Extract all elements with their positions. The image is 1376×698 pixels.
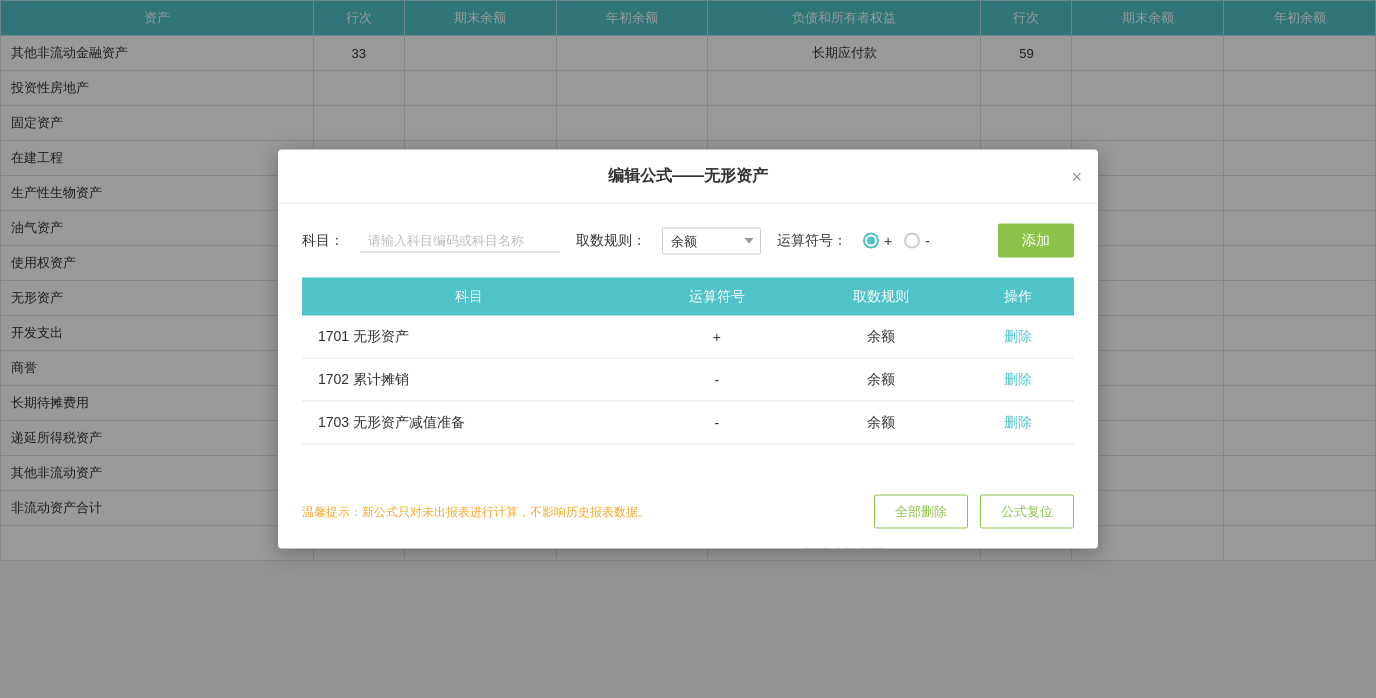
formula-subject-2: 1703 无形资产减值准备 (302, 401, 635, 444)
add-button[interactable]: 添加 (998, 224, 1074, 258)
formula-operator-2: - (635, 401, 799, 444)
operator-minus-radio[interactable]: - (904, 233, 930, 249)
formula-action-1: 删除 (962, 358, 1074, 401)
operator-plus-label: + (884, 233, 892, 249)
table-header-row: 科目 运算符号 取数规则 操作 (302, 278, 1074, 316)
radio-minus-circle (904, 233, 920, 249)
modal-close-button[interactable]: × (1071, 167, 1082, 185)
formula-table: 科目 运算符号 取数规则 操作 1701 无形资产+余额删除1702 累计摊销-… (302, 278, 1074, 445)
rule-select[interactable]: 余额 借方 贷方 借方发生额 贷方发生额 (662, 227, 761, 254)
delete-all-button[interactable]: 全部删除 (874, 495, 968, 529)
modal-footer: 温馨提示：新公式只对未出报表进行计算，不影响历史报表数据。 全部删除 公式复位 (278, 485, 1098, 549)
formula-table-row: 1701 无形资产+余额 删除 (302, 316, 1074, 359)
formula-table-row: 1702 累计摊销-余额 删除 (302, 358, 1074, 401)
formula-operator-0: + (635, 316, 799, 359)
radio-plus-circle (863, 233, 879, 249)
formula-action-0: 删除 (962, 316, 1074, 359)
reset-formula-button[interactable]: 公式复位 (980, 495, 1074, 529)
formula-subject-0: 1701 无形资产 (302, 316, 635, 359)
formula-subject-1: 1702 累计摊销 (302, 358, 635, 401)
delete-row-0-button[interactable]: 删除 (1004, 328, 1032, 344)
th-action: 操作 (962, 278, 1074, 316)
modal-header: 编辑公式——无形资产 × (278, 150, 1098, 204)
rule-label: 取数规则： (576, 232, 646, 250)
th-subject: 科目 (302, 278, 635, 316)
subject-input[interactable] (360, 229, 560, 253)
delete-row-1-button[interactable]: 删除 (1004, 371, 1032, 387)
operator-plus-radio[interactable]: + (863, 233, 892, 249)
modal-body: 科目： 取数规则： 余额 借方 贷方 借方发生额 贷方发生额 运算符号： + (278, 204, 1098, 485)
th-operator: 运算符号 (635, 278, 799, 316)
footer-tip: 温馨提示：新公式只对未出报表进行计算，不影响历史报表数据。 (302, 503, 650, 520)
edit-formula-modal: 编辑公式——无形资产 × 科目： 取数规则： 余额 借方 贷方 借方发生额 贷方… (278, 150, 1098, 549)
formula-operator-1: - (635, 358, 799, 401)
subject-label: 科目： (302, 232, 344, 250)
th-rule: 取数规则 (799, 278, 963, 316)
operator-minus-label: - (925, 233, 930, 249)
operator-radio-group: + - (863, 233, 930, 249)
formula-rule-1: 余额 (799, 358, 963, 401)
modal-title: 编辑公式——无形资产 (608, 167, 768, 184)
delete-row-2-button[interactable]: 删除 (1004, 414, 1032, 430)
formula-form-row: 科目： 取数规则： 余额 借方 贷方 借方发生额 贷方发生额 运算符号： + (302, 224, 1074, 258)
formula-rule-0: 余额 (799, 316, 963, 359)
formula-rule-2: 余额 (799, 401, 963, 444)
formula-action-2: 删除 (962, 401, 1074, 444)
footer-buttons: 全部删除 公式复位 (874, 495, 1074, 529)
rule-select-wrapper: 余额 借方 贷方 借方发生额 贷方发生额 (662, 227, 761, 254)
formula-table-row: 1703 无形资产减值准备-余额 删除 (302, 401, 1074, 444)
operator-label: 运算符号： (777, 232, 847, 250)
